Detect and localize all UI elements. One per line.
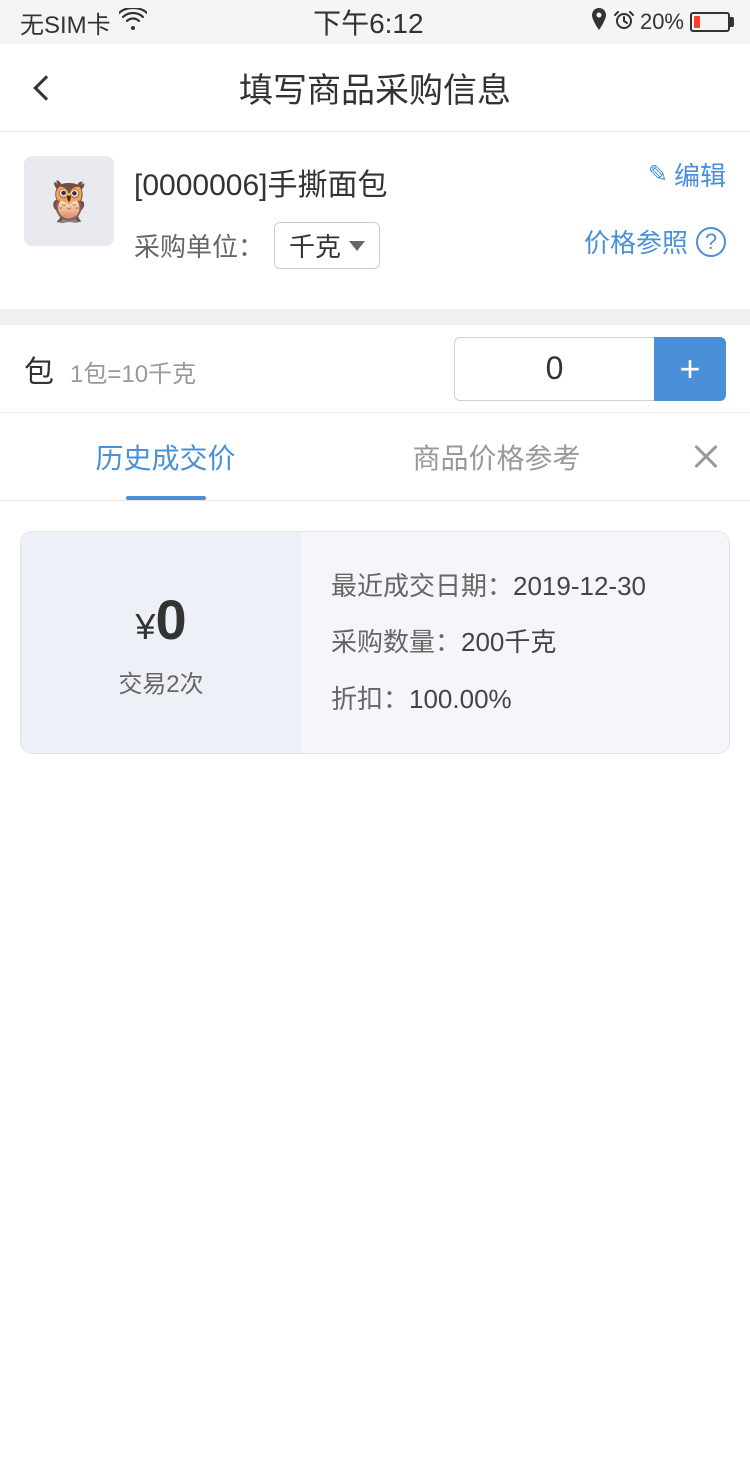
tab-close-button[interactable]: [662, 413, 750, 501]
history-price-card: ¥0 交易2次 最近成交日期：2019-12-30 采购数量：200千克 折扣：…: [20, 531, 730, 754]
purchase-quantity-label: 采购数量：: [331, 627, 461, 657]
carrier-text: 无SIM卡: [20, 5, 111, 40]
edit-label: 编辑: [674, 156, 726, 193]
product-header: 🦉 [0000006]手撕面包 采购单位： 千克 ✎ 编辑 价格参照: [24, 156, 726, 269]
unit-value: 千克: [289, 227, 341, 264]
product-card: 🦉 [0000006]手撕面包 采购单位： 千克 ✎ 编辑 价格参照: [0, 132, 750, 309]
battery-icon: [690, 12, 730, 32]
card-price-section: ¥0 交易2次: [21, 532, 301, 753]
back-arrow-icon: [33, 75, 58, 100]
battery-percent: 20%: [640, 9, 684, 35]
location-icon: [590, 8, 608, 36]
edit-button[interactable]: ✎ 编辑: [648, 156, 726, 193]
purchase-quantity-value: 200千克: [461, 627, 556, 657]
price-number: 0: [155, 588, 186, 651]
discount-value: 100.00%: [409, 684, 512, 714]
status-right: 20%: [590, 8, 730, 36]
status-time: 下午6:12: [313, 2, 424, 42]
status-bar: 无SIM卡 下午6:12 20%: [0, 0, 750, 44]
unit-label: 采购单位：: [134, 227, 264, 264]
status-left: 无SIM卡: [20, 5, 147, 40]
recent-date-label: 最近成交日期：: [331, 571, 513, 601]
recent-date-row: 最近成交日期：2019-12-30: [331, 568, 699, 604]
unit-select-dropdown[interactable]: 千克: [274, 222, 380, 269]
quantity-equiv: 1包=10千克: [70, 354, 196, 389]
product-unit-row: 采购单位： 千克: [134, 222, 387, 269]
product-left: 🦉 [0000006]手撕面包 采购单位： 千克: [24, 156, 387, 269]
quantity-unit: 包: [24, 347, 54, 391]
trade-count: 交易2次: [118, 664, 203, 699]
discount-label: 折扣：: [331, 684, 409, 714]
close-icon: [691, 442, 721, 472]
quantity-input-area: +: [454, 337, 726, 401]
card-price-value: ¥0: [135, 587, 186, 652]
discount-row: 折扣：100.00%: [331, 681, 699, 717]
product-logo: 🦉: [44, 178, 94, 225]
wifi-icon: [119, 8, 147, 37]
page-title: 填写商品采购信息: [239, 63, 511, 112]
section-divider: [0, 309, 750, 325]
price-ref-row: 价格参照 ?: [584, 223, 726, 260]
quantity-plus-button[interactable]: +: [654, 337, 726, 401]
plus-icon: +: [679, 348, 700, 390]
tab-header: 历史成交价 商品价格参考: [0, 413, 750, 501]
currency-symbol: ¥: [135, 606, 155, 647]
tab-section: 历史成交价 商品价格参考 ¥0 交易2次 最近成交日期：2019-12-30 采…: [0, 413, 750, 1484]
alarm-icon: [614, 8, 634, 36]
quantity-row: 包 1包=10千克 +: [0, 325, 750, 413]
tab-product-price-ref-label: 商品价格参考: [412, 437, 580, 477]
back-button[interactable]: [24, 66, 68, 110]
dropdown-arrow-icon: [349, 241, 365, 251]
nav-header: 填写商品采购信息: [0, 44, 750, 132]
tab-history-price[interactable]: 历史成交价: [0, 413, 331, 500]
tab-product-price-ref[interactable]: 商品价格参考: [331, 413, 662, 500]
price-ref-help-icon[interactable]: ?: [696, 227, 726, 257]
recent-date-value: 2019-12-30: [513, 571, 646, 601]
price-ref-button[interactable]: 价格参照: [584, 223, 688, 260]
quantity-input[interactable]: [454, 337, 654, 401]
edit-icon: ✎: [648, 160, 668, 189]
quantity-left: 包 1包=10千克: [24, 347, 196, 391]
product-info: [0000006]手撕面包 采购单位： 千克: [134, 156, 387, 269]
product-thumbnail: 🦉: [24, 156, 114, 246]
purchase-quantity-row: 采购数量：200千克: [331, 624, 699, 660]
main-content-area: [0, 784, 750, 1484]
tab-history-price-label: 历史成交价: [95, 437, 235, 477]
product-name: [0000006]手撕面包: [134, 160, 387, 204]
product-actions: ✎ 编辑 价格参照 ?: [584, 156, 726, 260]
card-details-section: 最近成交日期：2019-12-30 采购数量：200千克 折扣：100.00%: [301, 532, 729, 753]
